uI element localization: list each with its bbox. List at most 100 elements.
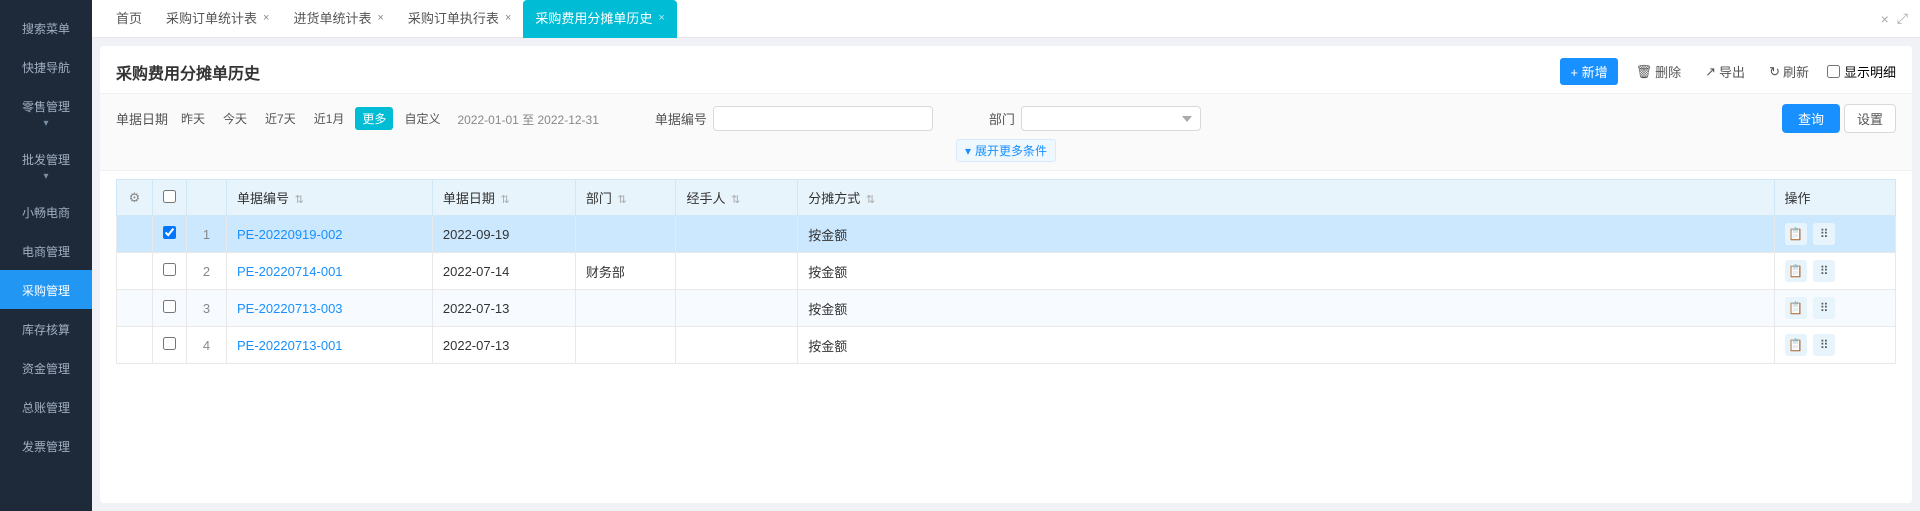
row-actions: 📋 ⠿	[1774, 327, 1895, 364]
dept-select[interactable]	[1021, 106, 1201, 131]
col-doc-date[interactable]: 单据日期 ⇅	[432, 180, 575, 216]
row-doc-no: PE-20220713-003	[227, 290, 433, 327]
export-button[interactable]: ↗ 导出	[1699, 58, 1751, 85]
doc-no-link[interactable]: PE-20220713-003	[237, 301, 343, 316]
more-button[interactable]: ⠿	[1813, 297, 1835, 319]
select-all-checkbox[interactable]	[163, 190, 176, 203]
more-button[interactable]: ⠿	[1813, 260, 1835, 282]
docno-input[interactable]	[713, 106, 933, 131]
dept-filter-label: 部门	[989, 109, 1015, 128]
expand-conditions-button[interactable]: ▾ 展开更多条件	[956, 139, 1056, 162]
sort-icon: ⇅	[617, 194, 626, 206]
tab-incoming-summary-label: 进货单统计表	[293, 8, 371, 27]
tab-purchase-order-summary-label: 采购订单统计表	[166, 8, 257, 27]
close-icon[interactable]: ×	[505, 12, 511, 24]
row-num: 2	[187, 253, 227, 290]
tab-purchase-order-summary[interactable]: 采购订单统计表 ×	[154, 0, 281, 38]
row-checkbox[interactable]	[163, 263, 176, 276]
close-window-icon[interactable]: ×	[1881, 11, 1889, 27]
row-checkbox[interactable]	[163, 226, 176, 239]
tab-bar: 首页 采购订单统计表 × 进货单统计表 × 采购订单执行表 × 采购费用分摊单历…	[92, 0, 1920, 38]
close-icon[interactable]: ×	[263, 12, 269, 24]
row-checkbox-cell[interactable]	[153, 290, 187, 327]
sidebar-label-search: 搜索菜单	[4, 20, 88, 37]
row-dept	[575, 216, 676, 253]
delete-label: 删除	[1655, 62, 1681, 81]
col-doc-no[interactable]: 单据编号 ⇅	[227, 180, 433, 216]
col-dept[interactable]: 部门 ⇅	[575, 180, 676, 216]
row-checkbox-cell[interactable]	[153, 216, 187, 253]
date-btn-today[interactable]: 今天	[216, 107, 254, 130]
col-split-method[interactable]: 分摊方式 ⇅	[798, 180, 1774, 216]
col-handler-label: 经手人	[686, 191, 725, 206]
col-dept-label: 部门	[586, 191, 612, 206]
date-btn-yesterday[interactable]: 昨天	[174, 107, 212, 130]
date-btn-1month[interactable]: 近1月	[307, 107, 352, 130]
row-num: 1	[187, 216, 227, 253]
col-settings[interactable]: ⚙	[117, 180, 153, 216]
query-button[interactable]: 查询	[1782, 104, 1840, 133]
row-checkbox-cell[interactable]	[153, 327, 187, 364]
expand-window-icon[interactable]: ⤢	[1897, 10, 1908, 27]
date-filter-group: 单据日期 昨天 今天 近7天 近1月 更多 自定义 2022-01-01 至 2…	[116, 107, 599, 130]
tab-purchase-order-exec[interactable]: 采购订单执行表 ×	[396, 0, 523, 38]
tab-purchase-fee-split[interactable]: 采购费用分摊单历史 ×	[523, 0, 676, 38]
row-num: 4	[187, 327, 227, 364]
close-icon[interactable]: ×	[377, 12, 383, 24]
view-button[interactable]: 📋	[1785, 297, 1807, 319]
row-checkbox[interactable]	[163, 300, 176, 313]
row-settings-cell	[117, 290, 153, 327]
docno-filter-group: 单据编号	[655, 106, 933, 131]
sidebar-item-wholesale[interactable]: 批发管理 ▾	[0, 139, 92, 192]
more-button[interactable]: ⠿	[1813, 223, 1835, 245]
show-cols-check[interactable]	[1827, 65, 1840, 78]
tab-purchase-order-exec-label: 采购订单执行表	[408, 8, 499, 27]
table-header-row: ⚙ 单据编号 ⇅ 单据日期 ⇅	[117, 180, 1896, 216]
row-checkbox[interactable]	[163, 337, 176, 350]
sidebar-item-ledger[interactable]: 总账管理	[0, 387, 92, 426]
sidebar-item-finance[interactable]: 资金管理	[0, 348, 92, 387]
tab-incoming-summary[interactable]: 进货单统计表 ×	[281, 0, 395, 38]
view-button[interactable]: 📋	[1785, 334, 1807, 356]
sidebar-item-search[interactable]: 搜索菜单	[0, 8, 92, 47]
more-button[interactable]: ⠿	[1813, 334, 1835, 356]
row-split-method: 按金额	[798, 216, 1774, 253]
table-row: 4 PE-20220713-001 2022-07-13 按金额 📋 ⠿	[117, 327, 1896, 364]
row-checkbox-cell[interactable]	[153, 253, 187, 290]
sidebar-label-shortcut: 快捷导航	[4, 59, 88, 76]
date-btn-7days[interactable]: 近7天	[258, 107, 303, 130]
row-doc-date: 2022-09-19	[432, 216, 575, 253]
sidebar-item-shortcut[interactable]: 快捷导航	[0, 47, 92, 86]
sidebar-item-inventory[interactable]: 库存核算	[0, 309, 92, 348]
view-button[interactable]: 📋	[1785, 223, 1807, 245]
doc-no-link[interactable]: PE-20220713-001	[237, 338, 343, 353]
row-actions: 📋 ⠿	[1774, 253, 1895, 290]
refresh-button[interactable]: ↻ 刷新	[1763, 58, 1815, 85]
sidebar-item-retail[interactable]: 零售管理 ▾	[0, 86, 92, 139]
col-handler[interactable]: 经手人 ⇅	[676, 180, 798, 216]
doc-no-link[interactable]: PE-20220919-002	[237, 227, 343, 242]
chevron-down-icon: ▾	[965, 144, 971, 158]
filter-settings-button[interactable]: 设置	[1844, 104, 1896, 133]
date-btn-custom[interactable]: 自定义	[397, 107, 447, 130]
view-button[interactable]: 📋	[1785, 260, 1807, 282]
page-area: 采购费用分摊单历史 + 新增 🗑 删除 ↗ 导出 ↻ 刷新 显示明细	[100, 46, 1912, 503]
sidebar-item-ecommerce[interactable]: 电商管理	[0, 231, 92, 270]
delete-button[interactable]: 🗑 删除	[1630, 58, 1688, 85]
table-body: 1 PE-20220919-002 2022-09-19 按金额 📋 ⠿ 2 P…	[117, 216, 1896, 364]
col-checkbox	[153, 180, 187, 216]
table-wrap: ⚙ 单据编号 ⇅ 单据日期 ⇅	[100, 171, 1912, 503]
show-cols-checkbox[interactable]: 显示明细	[1827, 62, 1896, 81]
doc-no-link[interactable]: PE-20220714-001	[237, 264, 343, 279]
tab-purchase-fee-split-label: 采购费用分摊单历史	[535, 8, 652, 27]
tab-home[interactable]: 首页	[104, 0, 154, 38]
date-btn-more[interactable]: 更多	[355, 107, 393, 130]
expand-btn-label: 展开更多条件	[975, 142, 1047, 159]
sidebar-item-purchase[interactable]: 采购管理	[0, 270, 92, 309]
close-icon[interactable]: ×	[658, 12, 664, 24]
sidebar-item-miniapp[interactable]: 小畅电商	[0, 192, 92, 231]
tab-bar-right: × ⤢	[1881, 10, 1908, 27]
sidebar-item-invoice[interactable]: 发票管理	[0, 426, 92, 465]
table-row: 3 PE-20220713-003 2022-07-13 按金额 📋 ⠿	[117, 290, 1896, 327]
add-button[interactable]: + 新增	[1560, 58, 1617, 85]
